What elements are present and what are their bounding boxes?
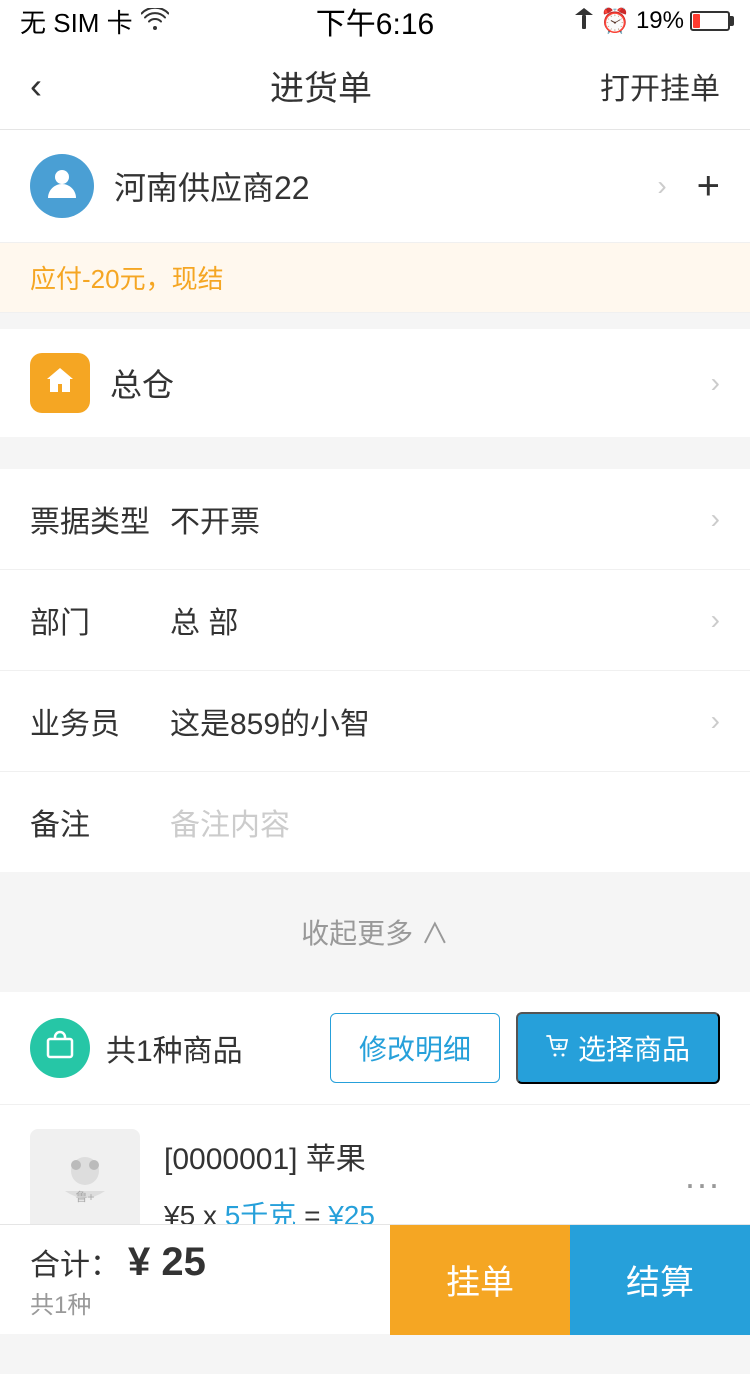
supplier-arrow-icon: › — [657, 170, 666, 202]
location-icon — [574, 7, 594, 36]
total-section: 合计： ¥ 25 共1种 — [0, 1240, 390, 1320]
checkout-button[interactable]: 结算 — [570, 1225, 750, 1335]
supplier-row[interactable]: 河南供应商22 › + — [0, 130, 750, 243]
product-code: [0000001] — [164, 1143, 297, 1176]
collapse-button[interactable]: 收起更多 ∧ — [0, 888, 750, 976]
product-thumbnail: 鲁+ — [30, 1129, 140, 1239]
department-arrow-icon: › — [711, 604, 720, 636]
modify-detail-button[interactable]: 修改明细 — [330, 1013, 500, 1083]
add-supplier-button[interactable]: + — [697, 164, 720, 209]
product-default-icon: 鲁+ — [50, 1143, 120, 1225]
bottom-bar: 合计： ¥ 25 共1种 挂单 结算 — [0, 1224, 750, 1334]
total-label: 合计： ¥ 25 — [30, 1240, 360, 1285]
product-title: 苹果 — [306, 1143, 366, 1176]
product-header: 共1种商品 修改明细 选择商品 — [0, 992, 750, 1105]
select-product-label: 选择商品 — [578, 1028, 690, 1068]
remark-input[interactable]: 备注内容 — [150, 800, 720, 844]
alarm-icon: ⏰ — [600, 7, 630, 36]
product-count-label: 共1种商品 — [106, 1026, 330, 1070]
salesperson-row[interactable]: 业务员 这是859的小智 › — [0, 671, 750, 772]
status-bar: 无 SIM 卡 下午6:16 ⏰ 19% — [0, 0, 750, 42]
salesperson-label: 业务员 — [30, 699, 150, 743]
status-right: ⏰ 19% — [574, 7, 730, 36]
total-text: 合计： — [30, 1240, 120, 1284]
user-icon — [44, 164, 80, 208]
warehouse-icon — [30, 353, 90, 413]
content: 河南供应商22 › + 应付-20元，现结 总仓 › 票据类型 不开票 — [0, 130, 750, 1374]
open-hang-button[interactable]: 打开挂单 — [600, 64, 720, 108]
department-value: 总 部 — [150, 598, 711, 642]
invoice-type-arrow-icon: › — [711, 503, 720, 535]
gap-3 — [0, 976, 750, 992]
total-amount: ¥ 25 — [128, 1240, 206, 1285]
warehouse-name: 总仓 — [110, 360, 711, 406]
select-product-button[interactable]: 选择商品 — [516, 1012, 720, 1084]
warehouse-row[interactable]: 总仓 › — [0, 329, 750, 437]
invoice-type-label: 票据类型 — [30, 497, 150, 541]
warehouse-section: 总仓 › — [0, 329, 750, 437]
nav-bar: ‹ 进货单 打开挂单 — [0, 42, 750, 130]
product-info: [0000001] 苹果 ¥5 x 5千克 = ¥25 — [164, 1134, 664, 1234]
supplier-section: 河南供应商22 › + 应付-20元，现结 — [0, 130, 750, 313]
product-name: [0000001] 苹果 — [164, 1134, 664, 1178]
home-icon — [45, 365, 75, 402]
notice-bar: 应付-20元，现结 — [0, 243, 750, 313]
gap-1 — [0, 313, 750, 329]
status-left: 无 SIM 卡 — [20, 3, 169, 40]
invoice-type-row[interactable]: 票据类型 不开票 › — [0, 469, 750, 570]
carrier-label: 无 SIM 卡 — [20, 3, 133, 40]
wifi-icon — [141, 6, 169, 37]
product-more-button[interactable]: ··· — [664, 1163, 720, 1205]
product-icon — [30, 1018, 90, 1078]
salesperson-value: 这是859的小智 — [150, 699, 711, 743]
supplier-avatar — [30, 154, 94, 218]
salesperson-arrow-icon: › — [711, 705, 720, 737]
supplier-name: 河南供应商22 — [114, 163, 657, 209]
remark-row[interactable]: 备注 备注内容 — [0, 772, 750, 872]
battery-percent: 19% — [636, 7, 684, 35]
invoice-type-value: 不开票 — [150, 497, 711, 541]
back-button[interactable]: ‹ — [30, 65, 42, 107]
remark-label: 备注 — [30, 800, 150, 844]
battery-icon — [690, 11, 730, 31]
hang-button[interactable]: 挂单 — [390, 1225, 570, 1335]
cart-icon — [546, 1033, 570, 1064]
total-count: 共1种 — [30, 1285, 360, 1320]
gap-2 — [0, 453, 750, 469]
form-section: 票据类型 不开票 › 部门 总 部 › 业务员 这是859的小智 › 备注 备注… — [0, 469, 750, 872]
department-label: 部门 — [30, 598, 150, 642]
svg-text:鲁+: 鲁+ — [75, 1190, 94, 1204]
warehouse-arrow-icon: › — [711, 367, 720, 399]
department-row[interactable]: 部门 总 部 › — [0, 570, 750, 671]
shopping-icon — [44, 1029, 76, 1068]
status-time: 下午6:16 — [316, 0, 434, 43]
page-title: 进货单 — [270, 61, 372, 110]
